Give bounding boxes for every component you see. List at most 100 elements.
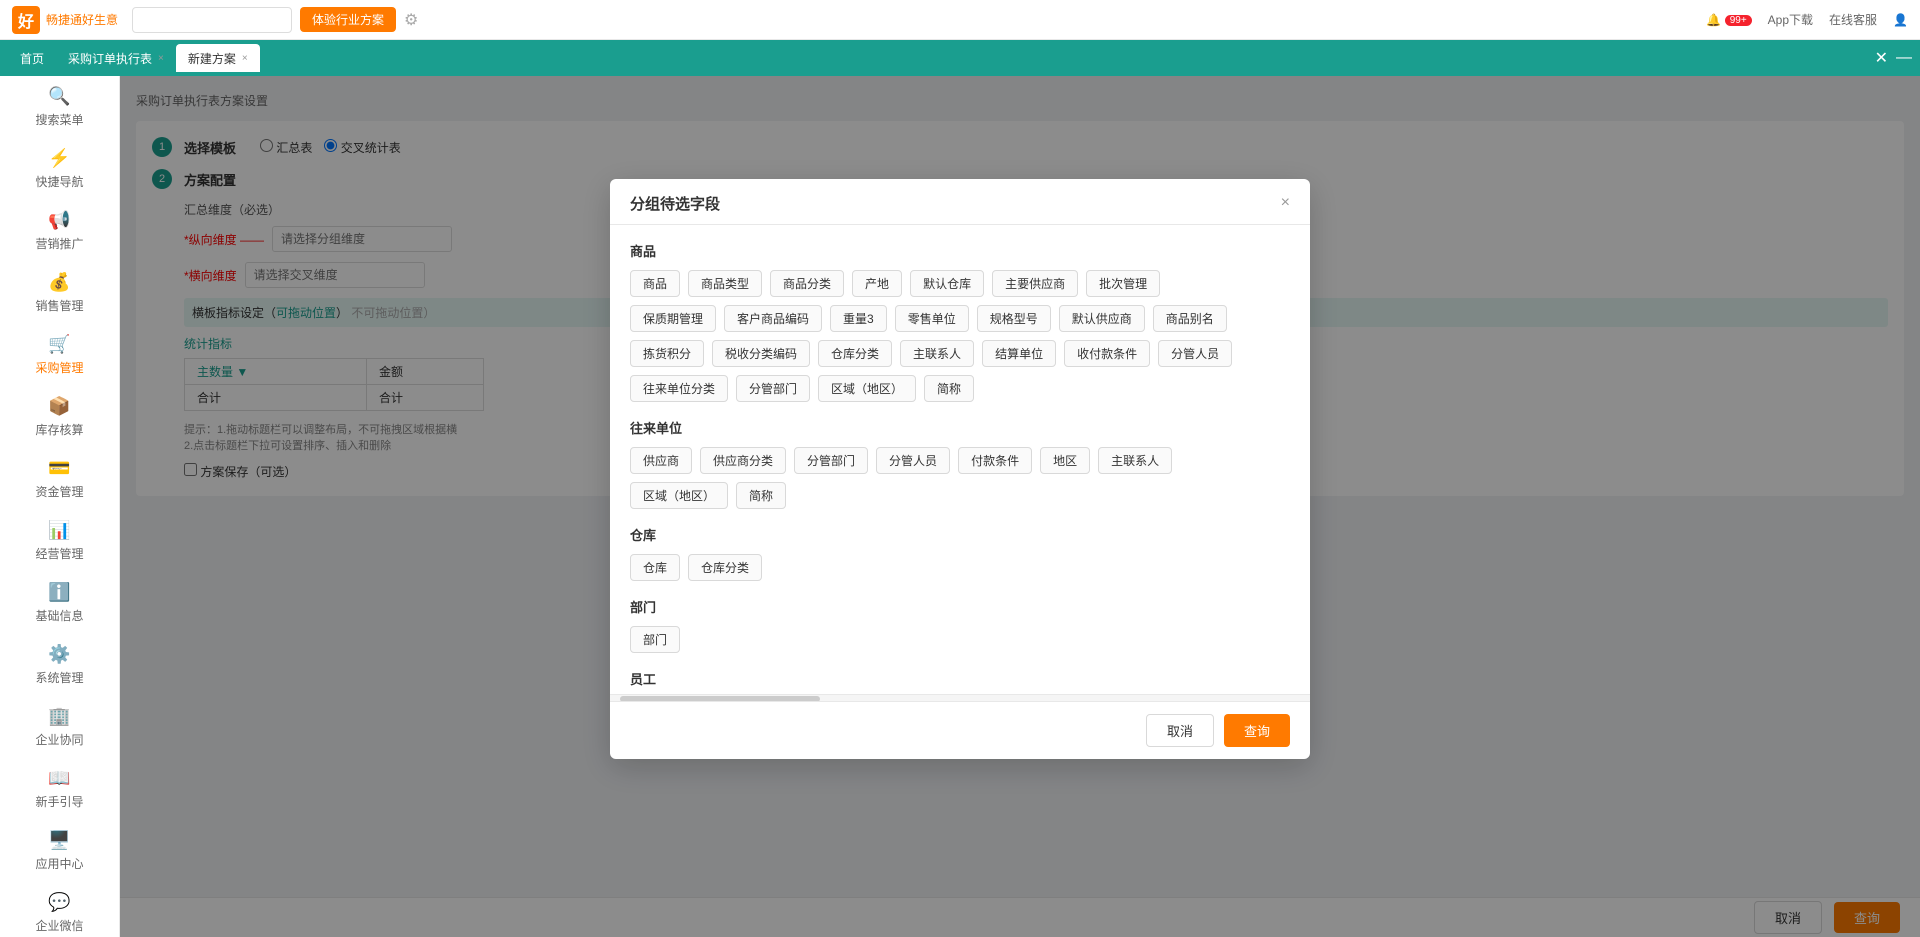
- field-warehouse-cat[interactable]: 仓库分类: [688, 554, 762, 581]
- field-main-supplier[interactable]: 主要供应商: [992, 270, 1078, 297]
- field-shelf-life[interactable]: 保质期管理: [630, 305, 716, 332]
- sidebar-item-app-center[interactable]: 🖥️ 应用中心: [0, 820, 119, 882]
- wechat-icon: 💬: [48, 892, 70, 913]
- tab-close-purchase[interactable]: ×: [158, 53, 164, 64]
- field-area[interactable]: 地区: [1040, 447, 1090, 474]
- topbar-right: 🔔 99+ App下载 在线客服 👤: [1706, 11, 1908, 28]
- sidebar-item-inventory[interactable]: 📦 库存核算: [0, 386, 119, 448]
- minimize-icon[interactable]: —: [1896, 49, 1912, 67]
- field-region2[interactable]: 区域（地区）: [630, 482, 728, 509]
- avatar[interactable]: 👤: [1893, 13, 1908, 27]
- field-default-warehouse[interactable]: 默认仓库: [910, 270, 984, 297]
- section-counterpart-fields: 供应商 供应商分类 分管部门 分管人员 付款条件 地区 主联系人: [630, 447, 1290, 474]
- sidebar-item-sales[interactable]: 💰 销售管理: [0, 262, 119, 324]
- topbar-center: 体验行业方案 ⚙: [132, 7, 1706, 33]
- section-goods-fields4: 往来单位分类 分管部门 区域（地区） 简称: [630, 375, 1290, 402]
- inventory-icon: 📦: [48, 396, 70, 417]
- field-goods-category[interactable]: 商品分类: [770, 270, 844, 297]
- field-supervisor[interactable]: 分管人员: [1158, 340, 1232, 367]
- purchase-icon: 🛒: [48, 334, 70, 355]
- field-origin[interactable]: 产地: [852, 270, 902, 297]
- sidebar-item-quick-nav[interactable]: ⚡ 快捷导航: [0, 138, 119, 200]
- modal-hscroll[interactable]: [610, 694, 1310, 700]
- sidebar-item-purchase[interactable]: 🛒 采购管理: [0, 324, 119, 386]
- finance-icon: 💳: [48, 458, 70, 479]
- field-settlement-unit[interactable]: 结算单位: [982, 340, 1056, 367]
- tab-purchase-list[interactable]: 采购订单执行表 ×: [56, 44, 176, 72]
- search-input[interactable]: [132, 7, 292, 33]
- tab-home[interactable]: 首页: [8, 44, 56, 72]
- section-warehouse-fields: 仓库 仓库分类: [630, 554, 1290, 581]
- field-warehouse-category[interactable]: 仓库分类: [818, 340, 892, 367]
- field-abbr2[interactable]: 简称: [736, 482, 786, 509]
- modal-footer: 取消 查询: [610, 701, 1310, 759]
- field-dept2[interactable]: 分管部门: [794, 447, 868, 474]
- sales-icon: 💰: [48, 272, 70, 293]
- field-counterpart-category[interactable]: 往来单位分类: [630, 375, 728, 402]
- cancel-button[interactable]: 取消: [1146, 714, 1214, 747]
- operations-icon: 📊: [48, 520, 70, 541]
- field-supplier-category[interactable]: 供应商分类: [700, 447, 786, 474]
- field-warehouse[interactable]: 仓库: [630, 554, 680, 581]
- section-dept-fields: 部门: [630, 626, 1290, 653]
- field-default-supplier[interactable]: 默认供应商: [1059, 305, 1145, 332]
- app-download-link[interactable]: App下载: [1768, 11, 1813, 28]
- basics-icon: ℹ️: [48, 582, 70, 603]
- gear-icon[interactable]: ⚙: [404, 10, 418, 30]
- field-abbr-goods[interactable]: 简称: [924, 375, 974, 402]
- modal-body: 商品 商品 商品类型 商品分类 产地 默认仓库 主要供应商 批次管理 保质期管理…: [610, 225, 1310, 695]
- field-region-goods[interactable]: 区域（地区）: [818, 375, 916, 402]
- field-goods-type[interactable]: 商品类型: [688, 270, 762, 297]
- modal-header: 分组待选字段 ×: [610, 179, 1310, 225]
- logo-icon: 好: [12, 6, 40, 34]
- logo: 好 畅捷通好生意: [12, 6, 132, 34]
- close-tab-icon[interactable]: ✕: [1875, 48, 1888, 68]
- sidebar-item-system[interactable]: ⚙️ 系统管理: [0, 634, 119, 696]
- field-dept[interactable]: 分管部门: [736, 375, 810, 402]
- field-customer-code[interactable]: 客户商品编码: [724, 305, 822, 332]
- sidebar: 🔍 搜索菜单 ⚡ 快捷导航 📢 营销推广 💰 销售管理 🛒 采购管理 📦 库存核…: [0, 76, 120, 937]
- field-supervisor2[interactable]: 分管人员: [876, 447, 950, 474]
- sidebar-item-guide[interactable]: 📖 新手引导: [0, 758, 119, 820]
- field-goods[interactable]: 商品: [630, 270, 680, 297]
- section-goods-fields2: 保质期管理 客户商品编码 重量3 零售单位 规格型号 默认供应商 商品别名: [630, 305, 1290, 332]
- field-retail-unit[interactable]: 零售单位: [895, 305, 969, 332]
- field-main-contact2[interactable]: 主联系人: [1098, 447, 1172, 474]
- field-main-contact[interactable]: 主联系人: [900, 340, 974, 367]
- sidebar-item-finance[interactable]: 💳 资金管理: [0, 448, 119, 510]
- guide-icon: 📖: [48, 768, 70, 789]
- field-payment-terms[interactable]: 收付款条件: [1064, 340, 1150, 367]
- sidebar-item-wechat[interactable]: 💬 企业微信: [0, 882, 119, 937]
- field-supplier[interactable]: 供应商: [630, 447, 692, 474]
- notification-badge: 99+: [1725, 15, 1752, 26]
- tabs-bar: 首页 采购订单执行表 × 新建方案 × ✕ —: [0, 40, 1920, 76]
- field-goods-alias[interactable]: 商品别名: [1153, 305, 1227, 332]
- quick-nav-icon: ⚡: [48, 148, 70, 169]
- sidebar-item-operations[interactable]: 📊 经营管理: [0, 510, 119, 572]
- field-tax-code[interactable]: 税收分类编码: [712, 340, 810, 367]
- sidebar-item-marketing[interactable]: 📢 营销推广: [0, 200, 119, 262]
- modal-close-btn[interactable]: ×: [1281, 194, 1290, 212]
- online-service-link[interactable]: 在线客服: [1829, 11, 1877, 28]
- section-goods-fields: 商品 商品类型 商品分类 产地 默认仓库 主要供应商 批次管理: [630, 270, 1290, 297]
- sidebar-item-basics[interactable]: ℹ️ 基础信息: [0, 572, 119, 634]
- tab-new-plan[interactable]: 新建方案 ×: [176, 44, 260, 72]
- field-spec-model[interactable]: 规格型号: [977, 305, 1051, 332]
- field-batch-mgmt[interactable]: 批次管理: [1086, 270, 1160, 297]
- section-goods-title: 商品: [630, 241, 1290, 260]
- confirm-button[interactable]: 查询: [1224, 714, 1290, 747]
- field-weight3[interactable]: 重量3: [830, 305, 887, 332]
- section-goods-fields3: 拣货积分 税收分类编码 仓库分类 主联系人 结算单位 收付款条件 分管人员: [630, 340, 1290, 367]
- notification-icon[interactable]: 🔔 99+: [1706, 13, 1751, 27]
- field-department[interactable]: 部门: [630, 626, 680, 653]
- logo-text: 畅捷通好生意: [46, 11, 118, 28]
- sidebar-item-enterprise[interactable]: 🏢 企业协同: [0, 696, 119, 758]
- field-payment-terms2[interactable]: 付款条件: [958, 447, 1032, 474]
- tab-close-new-plan[interactable]: ×: [242, 53, 248, 64]
- search-icon: 🔍: [48, 86, 70, 107]
- enterprise-icon: 🏢: [48, 706, 70, 727]
- experience-btn[interactable]: 体验行业方案: [300, 7, 396, 32]
- sidebar-item-search[interactable]: 🔍 搜索菜单: [0, 76, 119, 138]
- system-icon: ⚙️: [48, 644, 70, 665]
- field-pick-points[interactable]: 拣货积分: [630, 340, 704, 367]
